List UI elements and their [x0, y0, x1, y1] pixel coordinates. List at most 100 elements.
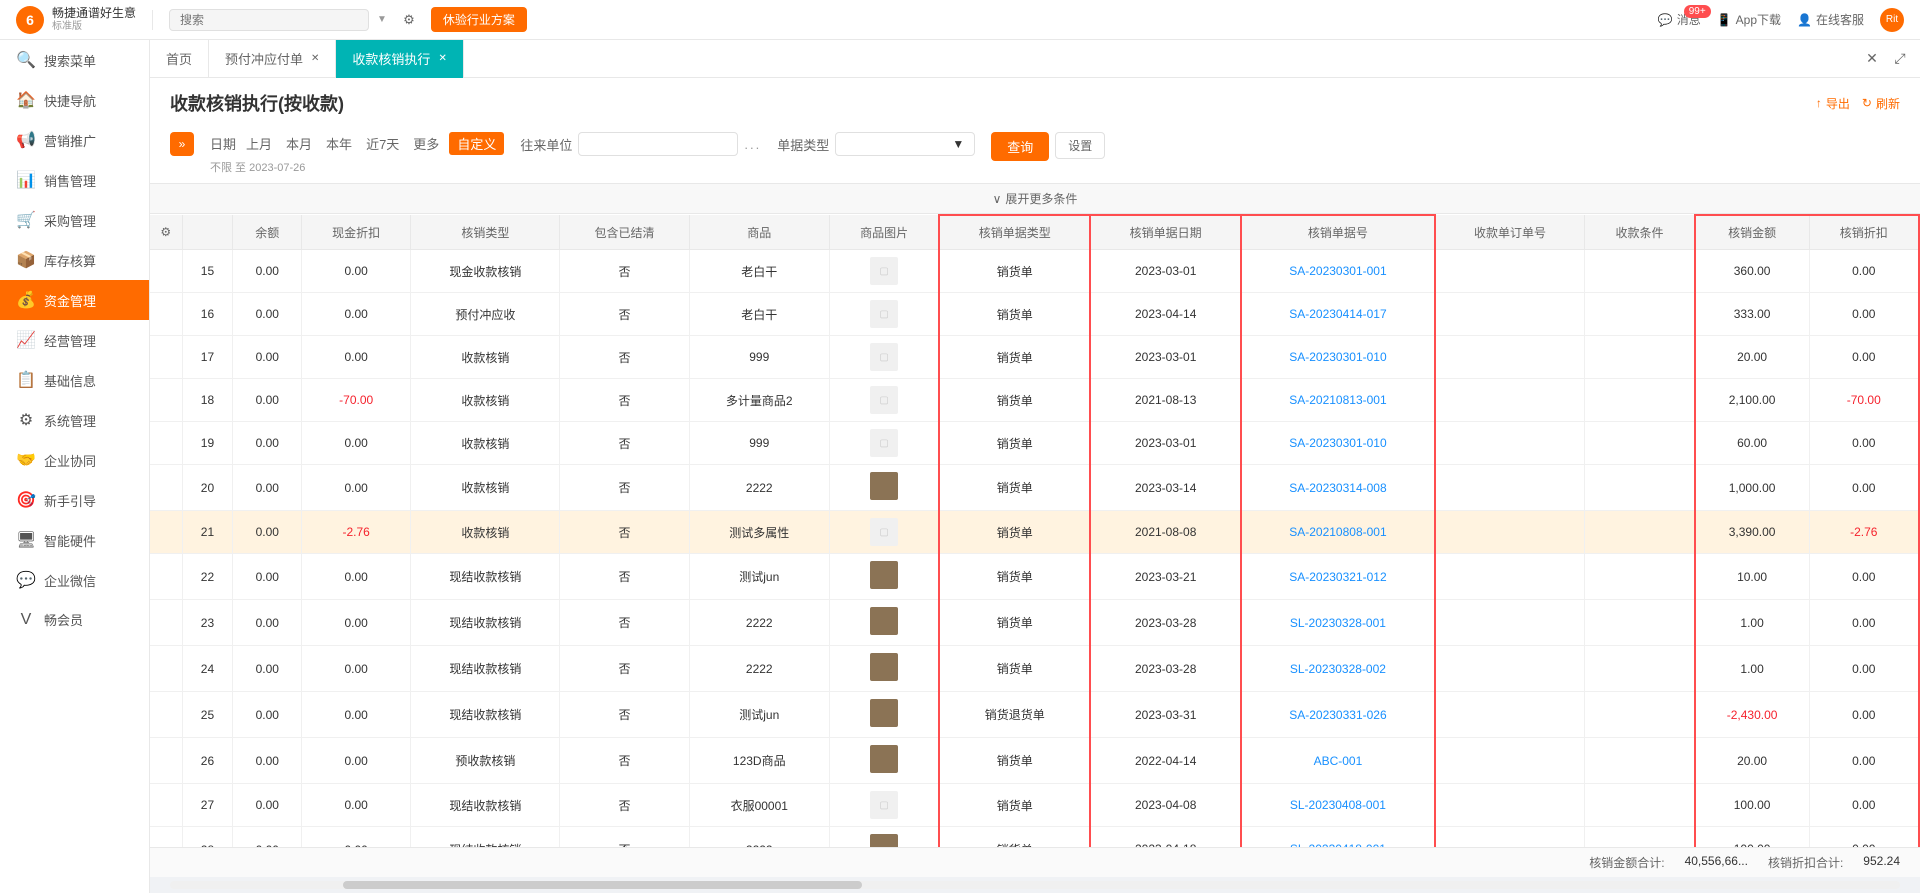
tab-prepay[interactable]: 预付冲应付单 ✕: [209, 40, 336, 78]
tab-home[interactable]: 首页: [158, 40, 209, 78]
cell-write-off-amount: 360.00: [1695, 250, 1809, 293]
bill-no-link[interactable]: ABC-001: [1314, 754, 1363, 768]
sidebar-item-basic-info[interactable]: 📋 基础信息: [0, 360, 149, 400]
notification-count: 99+: [1684, 5, 1711, 18]
more-btn[interactable]: 更多: [409, 132, 443, 155]
sidebar-item-inventory[interactable]: 📦 库存核算: [0, 240, 149, 280]
cell-bill-no: SA-20230314-008: [1241, 465, 1435, 511]
tab-receipt[interactable]: 收款核销执行 ✕: [336, 40, 463, 78]
cell-receipt-condition: [1585, 692, 1695, 738]
cell-write-off-discount: -70.00: [1809, 379, 1919, 422]
cell-index: 25: [182, 692, 233, 738]
bill-no-link[interactable]: SA-20210808-001: [1289, 525, 1386, 539]
cell-balance: 0.00: [233, 336, 302, 379]
sidebar-item-marketing[interactable]: 📢 营销推广: [0, 120, 149, 160]
cell-bill-no: SA-20210808-001: [1241, 511, 1435, 554]
cell-include-settled: 否: [560, 738, 689, 784]
cell-goods: 999: [689, 422, 829, 465]
cell-bill-date: 2023-03-28: [1090, 646, 1241, 692]
sidebar-label-member: 畅会员: [44, 610, 83, 629]
cell-bill-date: 2023-03-14: [1090, 465, 1241, 511]
bill-no-link[interactable]: SA-20210813-001: [1289, 393, 1386, 407]
table-container[interactable]: ⚙ 余额 现金折扣 核销类型 包含已结清 商品 商品图片 核销单据类型 核销单据…: [150, 214, 1920, 847]
cell-gear: [150, 379, 182, 422]
expand-more-button[interactable]: ∨ 展开更多条件: [993, 190, 1078, 207]
this-month-btn[interactable]: 本月: [282, 132, 316, 155]
bill-no-link[interactable]: SA-20230331-026: [1289, 708, 1386, 722]
cell-bill-date: 2022-04-14: [1090, 738, 1241, 784]
bill-no-link[interactable]: SA-20230414-017: [1289, 307, 1386, 321]
dots-icon[interactable]: ...: [744, 137, 761, 152]
bill-no-link[interactable]: SA-20230321-012: [1289, 570, 1386, 584]
tab-bar: 首页 预付冲应付单 ✕ 收款核销执行 ✕ ✕ ⤢: [150, 40, 1920, 78]
table-row: 22 0.00 0.00 现结收款核销 否 测试jun 销货单 2023-03-…: [150, 554, 1919, 600]
tab-close-all-button[interactable]: ✕: [1860, 47, 1884, 71]
bill-no-link[interactable]: SA-20230301-001: [1289, 264, 1386, 278]
notification-button[interactable]: 💬 消息 99+: [1658, 11, 1701, 28]
industry-button[interactable]: 休验行业方案: [431, 7, 527, 32]
cell-balance: 0.00: [233, 465, 302, 511]
bill-no-link[interactable]: SL-20230328-001: [1290, 616, 1386, 630]
bill-no-link[interactable]: SL-20230408-001: [1290, 798, 1386, 812]
cell-receipt-condition: [1585, 465, 1695, 511]
cell-cash-discount: 0.00: [302, 554, 411, 600]
export-button[interactable]: ↑ 导出: [1816, 95, 1850, 112]
cell-receipt-condition: [1585, 293, 1695, 336]
this-year-btn[interactable]: 本年: [322, 132, 356, 155]
scrollbar-thumb[interactable]: [343, 881, 862, 889]
bill-type-select[interactable]: ▼: [835, 132, 975, 156]
sidebar-item-management[interactable]: 📈 经营管理: [0, 320, 149, 360]
table-row: 18 0.00 -70.00 收款核销 否 多计量商品2 ▢ 销货单 2021-…: [150, 379, 1919, 422]
sidebar-item-system[interactable]: ⚙ 系统管理: [0, 400, 149, 440]
sidebar-label-wechat: 企业微信: [44, 571, 96, 590]
cell-gear: [150, 600, 182, 646]
table-row: 21 0.00 -2.76 收款核销 否 测试多属性 ▢ 销货单 2021-08…: [150, 511, 1919, 554]
page-header: 收款核销执行(按收款) ↑ 导出 ↻ 刷新: [150, 78, 1920, 124]
cell-gear: [150, 511, 182, 554]
sidebar-item-wechat[interactable]: 💬 企业微信: [0, 560, 149, 600]
from-unit-input[interactable]: [578, 132, 738, 156]
expand-filter-button[interactable]: »: [170, 132, 194, 156]
top-bar-left: 6 畅捷通谱好生意 标准版 ▼ ⚙ 休验行业方案: [16, 6, 527, 34]
sidebar-item-member[interactable]: V 畅会员: [0, 600, 149, 639]
horizontal-scrollbar[interactable]: [170, 881, 1900, 889]
bill-no-link[interactable]: SA-20230301-010: [1289, 436, 1386, 450]
col-bill-type: 核销单据类型: [939, 215, 1090, 250]
bill-no-link[interactable]: SL-20230328-002: [1290, 662, 1386, 676]
sidebar-item-guide[interactable]: 🎯 新手引导: [0, 480, 149, 520]
tab-receipt-close[interactable]: ✕: [438, 53, 446, 64]
sidebar-item-hardware[interactable]: 🖥 智能硬件: [0, 520, 149, 560]
sidebar-item-purchase[interactable]: 🛒 采购管理: [0, 200, 149, 240]
sidebar-item-finance[interactable]: 💰 资金管理: [0, 280, 149, 320]
app-download-button[interactable]: 📱 App下载: [1717, 11, 1781, 28]
settings-button[interactable]: 设置: [1055, 132, 1105, 159]
custom-btn[interactable]: 自定义: [449, 132, 504, 155]
sidebar-item-sales[interactable]: 📊 销售管理: [0, 160, 149, 200]
search-input[interactable]: [169, 9, 369, 31]
query-button[interactable]: 查询: [991, 132, 1049, 161]
cell-goods: 测试多属性: [689, 511, 829, 554]
cell-write-off-type: 现结收款核销: [411, 554, 560, 600]
user-avatar[interactable]: Rit: [1880, 8, 1904, 32]
refresh-button[interactable]: ↻ 刷新: [1862, 95, 1900, 112]
table-row: 23 0.00 0.00 现结收款核销 否 2222 销货单 2023-03-2…: [150, 600, 1919, 646]
tab-prepay-close[interactable]: ✕: [311, 53, 319, 64]
sidebar-item-nav[interactable]: 🏠 快捷导航: [0, 80, 149, 120]
tab-expand-button[interactable]: ⤢: [1888, 47, 1912, 71]
last7-btn[interactable]: 近7天: [362, 132, 403, 155]
date-range-display: 不限 至 2023-07-26: [210, 159, 504, 175]
bill-no-link[interactable]: SA-20230314-008: [1289, 481, 1386, 495]
online-service-button[interactable]: 👤 在线客服: [1797, 11, 1864, 28]
cell-write-off-discount: 0.00: [1809, 250, 1919, 293]
cell-receipt-condition: [1585, 336, 1695, 379]
sidebar-item-collab[interactable]: 🤝 企业协同: [0, 440, 149, 480]
divider: [152, 10, 153, 30]
cell-gear: [150, 336, 182, 379]
bill-no-link[interactable]: SA-20230301-010: [1289, 350, 1386, 364]
col-gear[interactable]: ⚙: [150, 215, 182, 250]
cell-balance: 0.00: [233, 293, 302, 336]
cell-write-off-type: 收款核销: [411, 511, 560, 554]
last-month-btn[interactable]: 上月: [242, 132, 276, 155]
sidebar-item-search[interactable]: 🔍 搜索菜单: [0, 40, 149, 80]
gear-button[interactable]: ⚙: [395, 6, 423, 34]
